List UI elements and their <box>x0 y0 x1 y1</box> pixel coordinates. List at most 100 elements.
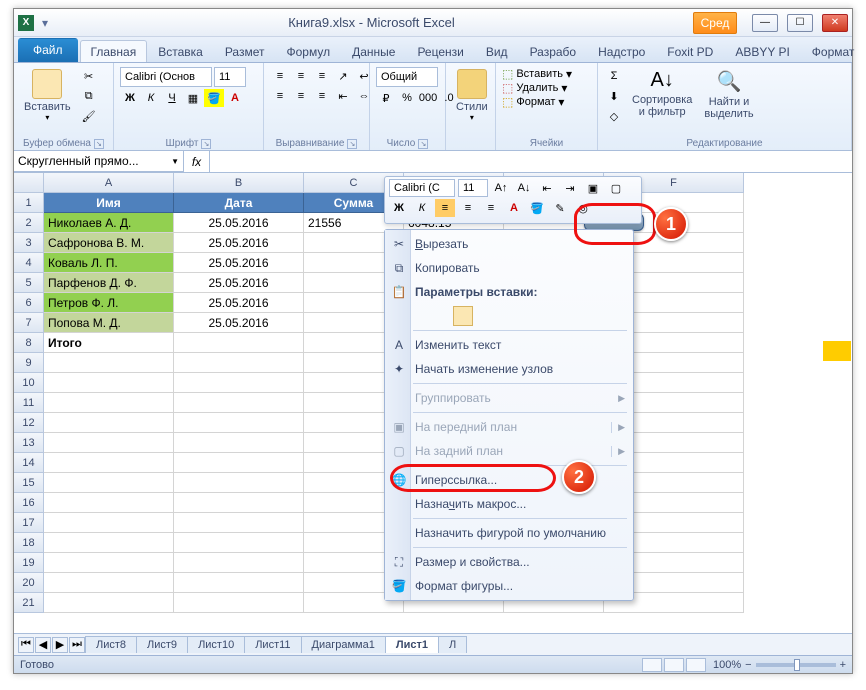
formula-input[interactable] <box>210 151 852 172</box>
row-header[interactable]: 18 <box>14 533 44 553</box>
name-box[interactable]: Скругленный прямо...▼ <box>14 151 184 172</box>
cell[interactable] <box>174 533 304 553</box>
insert-cells-button[interactable]: Вставить <box>516 68 563 80</box>
ctx-cut[interactable]: ✂Вырезать <box>385 232 633 256</box>
row-header[interactable]: 1 <box>14 193 44 213</box>
row-header[interactable]: 9 <box>14 353 44 373</box>
tab-view[interactable]: Вид <box>475 40 519 62</box>
mini-fontcolor-icon[interactable]: A <box>504 199 524 217</box>
row-header[interactable]: 20 <box>14 573 44 593</box>
tab-file[interactable]: Файл <box>18 38 78 62</box>
font-name-combo[interactable]: Calibri (Основ <box>120 67 212 87</box>
sheet-tab[interactable]: Диаграмма1 <box>301 636 386 653</box>
cell[interactable] <box>44 433 174 453</box>
cell[interactable] <box>44 553 174 573</box>
align-right-icon[interactable]: ≡ <box>312 87 332 105</box>
dialog-launcher-icon[interactable]: ↘ <box>347 139 357 149</box>
row-header[interactable]: 7 <box>14 313 44 333</box>
cell[interactable]: 25.05.2016 <box>174 213 304 233</box>
select-all-button[interactable] <box>14 173 44 193</box>
cell[interactable] <box>44 533 174 553</box>
mini-outline-icon[interactable]: ✎ <box>550 199 570 217</box>
row-header[interactable]: 16 <box>14 493 44 513</box>
mini-fill-icon[interactable]: 🪣 <box>527 199 547 217</box>
mini-back-icon[interactable]: ▢ <box>606 179 626 197</box>
cell[interactable] <box>44 393 174 413</box>
worksheet-grid[interactable]: A B C D E F 1ИмяДатаСумма2Николаев А. Д.… <box>14 173 852 633</box>
view-break-icon[interactable] <box>686 658 706 672</box>
mini-shrink-icon[interactable]: A↓ <box>514 179 534 197</box>
font-size-combo[interactable]: 11 <box>214 67 246 87</box>
zoom-slider[interactable] <box>756 663 836 667</box>
cell[interactable] <box>44 593 174 613</box>
format-painter-icon[interactable]: 🖌 <box>79 107 99 125</box>
cell[interactable] <box>44 573 174 593</box>
mini-align2-icon[interactable]: ≡ <box>458 199 478 217</box>
paste-button[interactable]: Вставить ▾ <box>20 67 75 124</box>
mini-size-combo[interactable]: 11 <box>458 179 488 197</box>
align-center-icon[interactable]: ≡ <box>291 87 311 105</box>
cell[interactable] <box>44 493 174 513</box>
tab-foxit[interactable]: Foxit PD <box>656 40 724 62</box>
ctx-copy[interactable]: ⧉Копировать <box>385 256 633 280</box>
tab-addins[interactable]: Надстро <box>587 40 656 62</box>
view-normal-icon[interactable] <box>642 658 662 672</box>
cell[interactable]: Парфенов Д. Ф. <box>44 273 174 293</box>
fill-color-button[interactable]: 🪣 <box>204 89 224 107</box>
row-header[interactable]: 19 <box>14 553 44 573</box>
cell[interactable]: 25.05.2016 <box>174 273 304 293</box>
sheet-tab[interactable]: Лист10 <box>187 636 245 653</box>
addin-button[interactable]: Сред <box>693 12 737 34</box>
cell[interactable] <box>44 353 174 373</box>
close-button[interactable]: ✕ <box>822 14 848 32</box>
font-color-button[interactable]: A <box>225 89 245 107</box>
underline-button[interactable]: Ч <box>162 89 182 107</box>
row-header[interactable]: 8 <box>14 333 44 353</box>
cell[interactable]: Коваль Л. П. <box>44 253 174 273</box>
ctx-format-shape[interactable]: 🪣Формат фигуры... <box>385 574 633 598</box>
mini-align-icon[interactable]: ≡ <box>435 199 455 217</box>
cell[interactable] <box>174 493 304 513</box>
ctx-paste-default[interactable] <box>385 304 633 328</box>
cell[interactable] <box>44 513 174 533</box>
sheet-nav-prev-icon[interactable]: ◀ <box>35 637 51 653</box>
find-select-button[interactable]: 🔍Найти и выделить <box>700 67 757 122</box>
row-header[interactable]: 4 <box>14 253 44 273</box>
sheet-tab[interactable]: Л <box>438 636 467 653</box>
dialog-launcher-icon[interactable]: ↘ <box>418 139 428 149</box>
zoom-in-icon[interactable]: + <box>840 659 846 671</box>
cell[interactable] <box>174 573 304 593</box>
align-top-icon[interactable]: ≡ <box>270 67 290 85</box>
row-header[interactable]: 12 <box>14 413 44 433</box>
zoom-out-icon[interactable]: − <box>745 659 751 671</box>
minimize-button[interactable]: — <box>752 14 778 32</box>
cell[interactable]: 25.05.2016 <box>174 293 304 313</box>
mini-front-icon[interactable]: ▣ <box>583 179 603 197</box>
cell[interactable]: Итого <box>44 333 174 353</box>
row-header[interactable]: 14 <box>14 453 44 473</box>
cell[interactable] <box>44 373 174 393</box>
row-header[interactable]: 17 <box>14 513 44 533</box>
cell[interactable]: Попова М. Д. <box>44 313 174 333</box>
indent-dec-icon[interactable]: ⇤ <box>333 87 353 105</box>
cell[interactable]: Сафронова В. М. <box>44 233 174 253</box>
copy-icon[interactable]: ⧉ <box>79 87 99 105</box>
mini-outdent-icon[interactable]: ⇥ <box>560 179 580 197</box>
align-bot-icon[interactable]: ≡ <box>312 67 332 85</box>
cell[interactable] <box>174 593 304 613</box>
cell[interactable]: Николаев А. Д. <box>44 213 174 233</box>
mini-italic-icon[interactable]: К <box>412 199 432 217</box>
cell[interactable] <box>174 393 304 413</box>
comma-icon[interactable]: 000 <box>418 89 438 107</box>
ctx-send-back[interactable]: ▢На задний план▶ <box>385 439 633 463</box>
format-cells-button[interactable]: Формат <box>516 96 555 108</box>
cell[interactable] <box>44 453 174 473</box>
mini-indent-icon[interactable]: ⇤ <box>537 179 557 197</box>
fill-icon[interactable]: ⬇ <box>604 87 624 105</box>
row-header[interactable]: 11 <box>14 393 44 413</box>
row-header[interactable]: 10 <box>14 373 44 393</box>
mini-font-combo[interactable]: Calibri (С <box>389 179 455 197</box>
tab-abbyy[interactable]: ABBYY PI <box>724 40 800 62</box>
percent-icon[interactable]: % <box>397 89 417 107</box>
tab-format[interactable]: Формат <box>801 40 866 62</box>
